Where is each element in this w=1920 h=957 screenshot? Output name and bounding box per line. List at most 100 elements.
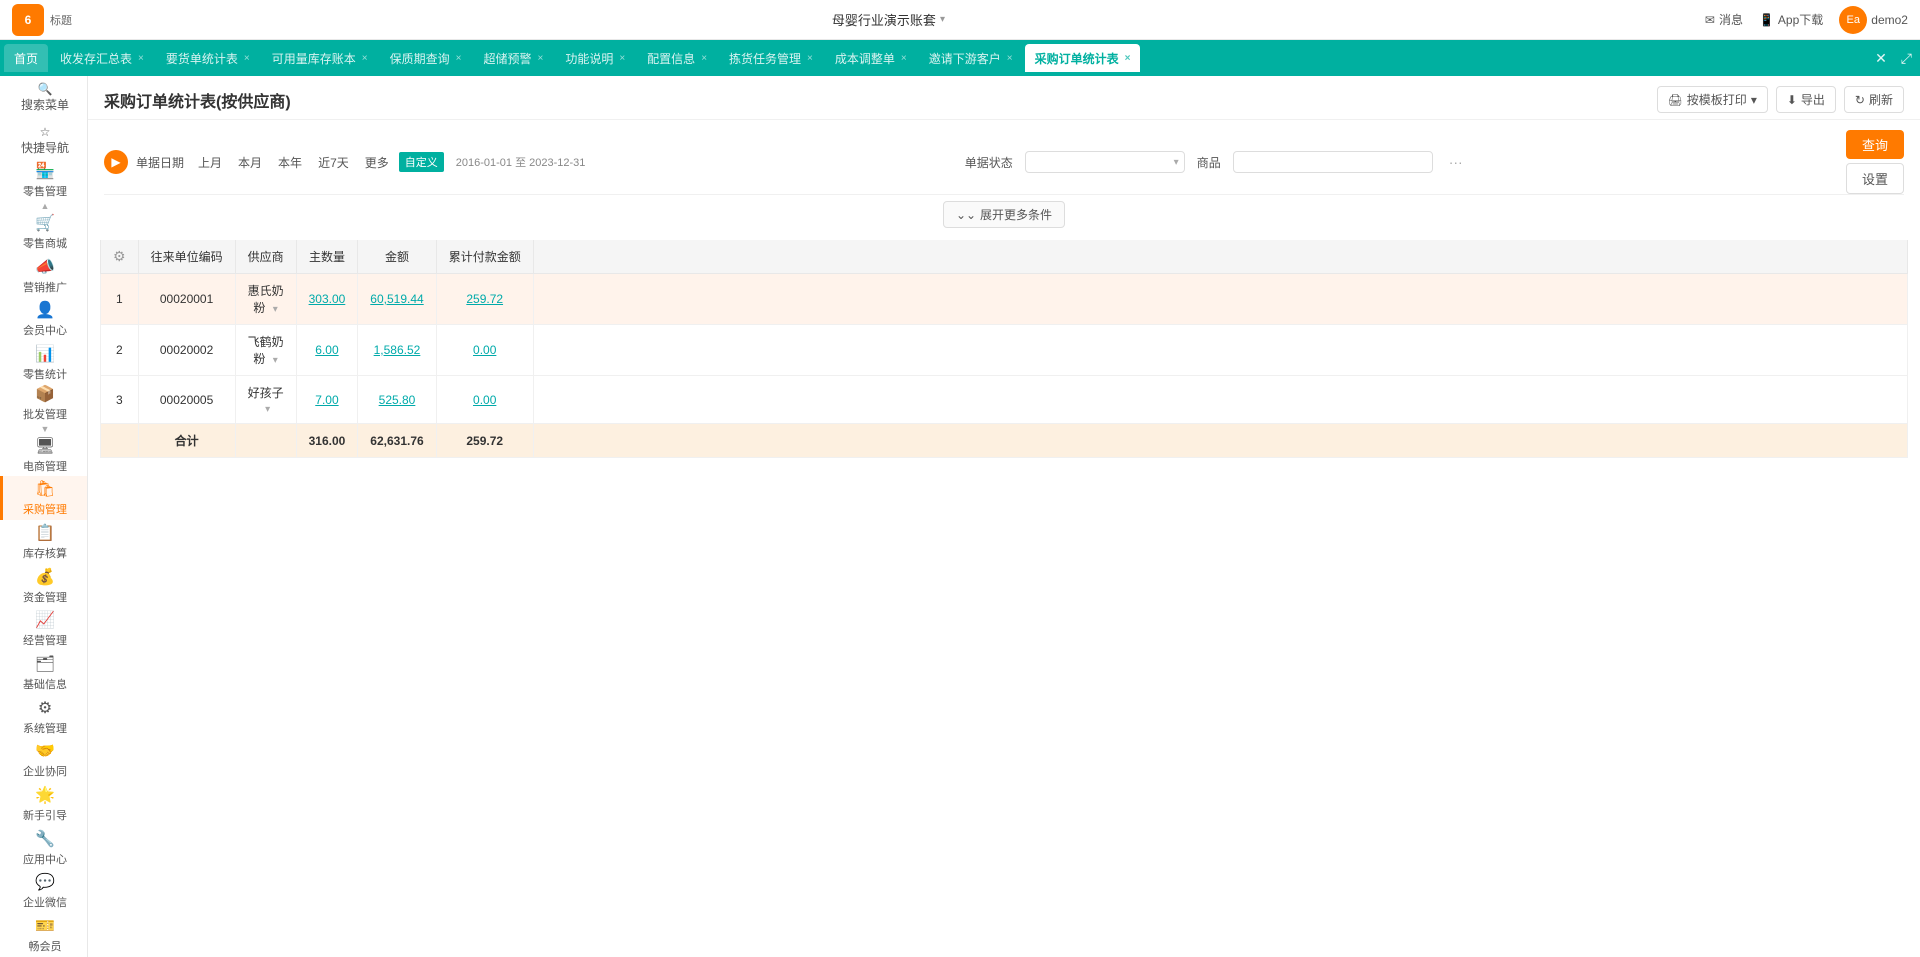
row-empty (533, 376, 1907, 424)
tab-yaohuodantongji-close-icon[interactable]: × (244, 53, 250, 64)
sidebar-item-yingxiao[interactable]: 📣 营销推广 (0, 254, 87, 298)
sidebar-item-qiyeweixin[interactable]: 💬 企业微信 (0, 870, 87, 914)
tab-home[interactable]: 首页 (4, 44, 48, 72)
refresh-button[interactable]: ↻ 刷新 (1844, 86, 1904, 113)
tab-chenben-close-icon[interactable]: × (901, 53, 907, 64)
sidebar-item-dianshang[interactable]: 🖥 电商管理 (0, 433, 87, 477)
table-settings-icon[interactable]: ⚙ (113, 248, 126, 264)
status-select-wrapper (1025, 151, 1185, 173)
sidebar-search[interactable]: 🔍 搜索菜单 (0, 76, 87, 119)
supplier-arrow-icon[interactable]: ▾ (265, 404, 270, 415)
query-button[interactable]: 查询 (1846, 130, 1904, 159)
sidebar-quicknav[interactable]: ☆ 快捷导航 (0, 119, 87, 162)
table-footer: 合计 316.00 62,631.76 259.72 (101, 424, 1908, 458)
quicknav-icon: ☆ (11, 125, 79, 139)
tab-chaochuyujing-label: 超储预警 (483, 50, 531, 67)
date-btn-7days[interactable]: 近7天 (312, 152, 355, 173)
user-label: demo2 (1871, 13, 1908, 27)
date-shortcuts: 上月 本月 本年 近7天 更多 自定义 (192, 152, 444, 173)
tab-keyong-label: 可用量库存账本 (272, 50, 356, 67)
jichu-icon: 🗂 (35, 654, 55, 674)
tab-paihuorenwu[interactable]: 拣货任务管理 × (719, 44, 823, 72)
col-extra (533, 240, 1907, 274)
tab-keyong-close-icon[interactable]: × (362, 53, 368, 64)
sidebar-item-changhui[interactable]: 🎫 畅会员 (0, 913, 87, 957)
sidebar-item-lingshouguanli[interactable]: 🏪 零售管理 ▲ (0, 162, 87, 210)
sidebar-item-yingyong[interactable]: 🔧 应用中心 (0, 826, 87, 870)
sidebar-item-pifaguanli[interactable]: 📦 批发管理 ▼ (0, 385, 87, 433)
export-button[interactable]: ⬇ 导出 (1776, 86, 1836, 113)
workspace-selector[interactable]: 母婴行业演示账套 ▾ (832, 10, 945, 29)
summary-row: 合计 316.00 62,631.76 259.72 (101, 424, 1908, 458)
sidebar-item-caigou[interactable]: 🛍 采购管理 (0, 476, 87, 520)
print-label: 按模板打印 (1687, 91, 1747, 108)
tab-yaoqing[interactable]: 邀请下游客户 × (919, 44, 1023, 72)
tab-chenben[interactable]: 成本调整单 × (825, 44, 917, 72)
print-button[interactable]: 🖨 按模板打印 ▾ (1657, 86, 1768, 113)
product-filter-more-icon[interactable]: ··· (1445, 152, 1467, 172)
print-icon: 🖨 (1668, 93, 1683, 107)
app-download-button[interactable]: 📱 App下载 (1759, 11, 1823, 28)
export-icon: ⬇ (1787, 93, 1797, 107)
row-amount: 60,519.44 (358, 274, 436, 325)
sidebar-item-huiyuan[interactable]: 👤 会员中心 (0, 297, 87, 341)
date-btn-thismonth[interactable]: 本月 (232, 152, 268, 173)
sidebar-item-lingshoutongji[interactable]: 📊 零售统计 (0, 341, 87, 385)
sidebar-item-jichu[interactable]: 🗂 基础信息 (0, 651, 87, 695)
date-custom-tag[interactable]: 自定义 (399, 152, 444, 172)
content-area: 采购订单统计表(按供应商) 🖨 按模板打印 ▾ ⬇ 导出 ↻ 刷新 (88, 76, 1920, 957)
date-btn-thisyear[interactable]: 本年 (272, 152, 308, 173)
tab-chaochuyujing[interactable]: 超储预警 × (473, 44, 553, 72)
sidebar-item-lingshougouwu[interactable]: 🛒 零售商城 (0, 210, 87, 254)
summary-paid: 259.72 (436, 424, 533, 458)
tab-shoufahuizongbiao[interactable]: 收发存汇总表 × (50, 44, 154, 72)
sidebar-item-xitong[interactable]: ⚙ 系统管理 (0, 695, 87, 739)
jingying-icon: 📈 (35, 610, 55, 630)
supplier-arrow-icon[interactable]: ▾ (273, 355, 278, 366)
tab-yaohuodantongji[interactable]: 要货单统计表 × (156, 44, 260, 72)
tab-peizhixinxi[interactable]: 配置信息 × (637, 44, 717, 72)
date-btn-lastmonth[interactable]: 上月 (192, 152, 228, 173)
message-button[interactable]: ✉ 消息 (1705, 11, 1743, 28)
tab-caigou-active[interactable]: 采购订单统计表 × (1025, 44, 1141, 72)
tab-yaoqing-label: 邀请下游客户 (929, 50, 1001, 67)
status-select[interactable] (1025, 151, 1185, 173)
product-filter-input[interactable] (1233, 151, 1433, 173)
tab-chaochuyujing-close-icon[interactable]: × (537, 53, 543, 64)
tab-baozhiqi-close-icon[interactable]: × (456, 53, 462, 64)
tab-shoufahuizongbiao-close-icon[interactable]: × (138, 53, 144, 64)
collapse-filter-button[interactable]: ▶ (104, 150, 128, 174)
sidebar-item-kucun[interactable]: 📋 库存核算 (0, 520, 87, 564)
sidebar-item-jingying[interactable]: 📈 经营管理 (0, 608, 87, 652)
tab-keyong[interactable]: 可用量库存账本 × (262, 44, 378, 72)
supplier-arrow-icon[interactable]: ▾ (273, 304, 278, 315)
tab-paihuorenwu-close-icon[interactable]: × (807, 53, 813, 64)
sidebar-item-xinshou[interactable]: 🌟 新手引导 (0, 782, 87, 826)
sidebar-quicknav-label: 快捷导航 (11, 139, 79, 156)
tab-caigou-close-icon[interactable]: × (1125, 53, 1131, 64)
tab-expand-icon[interactable]: ⤢ (1897, 48, 1916, 69)
workspace-chevron-icon: ▾ (940, 14, 945, 25)
date-filter-label: 单据日期 (136, 154, 184, 171)
lingshougouwu-icon: 🛒 (35, 213, 55, 233)
user-menu[interactable]: Ea demo2 (1839, 6, 1908, 34)
tab-peizhixinxi-label: 配置信息 (647, 50, 695, 67)
tab-close-all-icon[interactable]: ✕ (1871, 48, 1891, 69)
tab-baozhiqi[interactable]: 保质期查询 × (380, 44, 472, 72)
message-icon: ✉ (1705, 13, 1715, 27)
dianshang-icon: 🖥 (35, 436, 55, 456)
top-bar: 6 标题 母婴行业演示账套 ▾ ✉ 消息 📱 App下载 Ea demo2 (0, 0, 1920, 40)
expand-more-row: ⌄⌄ 展开更多条件 (104, 194, 1904, 234)
expand-more-button[interactable]: ⌄⌄ 展开更多条件 (943, 201, 1065, 228)
sidebar-item-zijin[interactable]: 💰 资金管理 (0, 564, 87, 608)
row-paid: 259.72 (436, 274, 533, 325)
table-row: 2 00020002 飞鹤奶粉 ▾ 6.00 1,586.52 0.00 (101, 325, 1908, 376)
tab-yaoqing-close-icon[interactable]: × (1007, 53, 1013, 64)
tab-peizhixinxi-close-icon[interactable]: × (701, 53, 707, 64)
date-btn-more[interactable]: 更多 (359, 152, 395, 173)
sidebar-item-qiyexietong[interactable]: 🤝 企业协同 (0, 739, 87, 783)
tab-gongneng[interactable]: 功能说明 × (555, 44, 635, 72)
settings-button[interactable]: 设置 (1846, 163, 1904, 194)
tab-gongneng-close-icon[interactable]: × (619, 53, 625, 64)
main-layout: 🔍 搜索菜单 ☆ 快捷导航 🏪 零售管理 ▲ 🛒 零售商城 📣 营销推广 👤 会… (0, 76, 1920, 957)
